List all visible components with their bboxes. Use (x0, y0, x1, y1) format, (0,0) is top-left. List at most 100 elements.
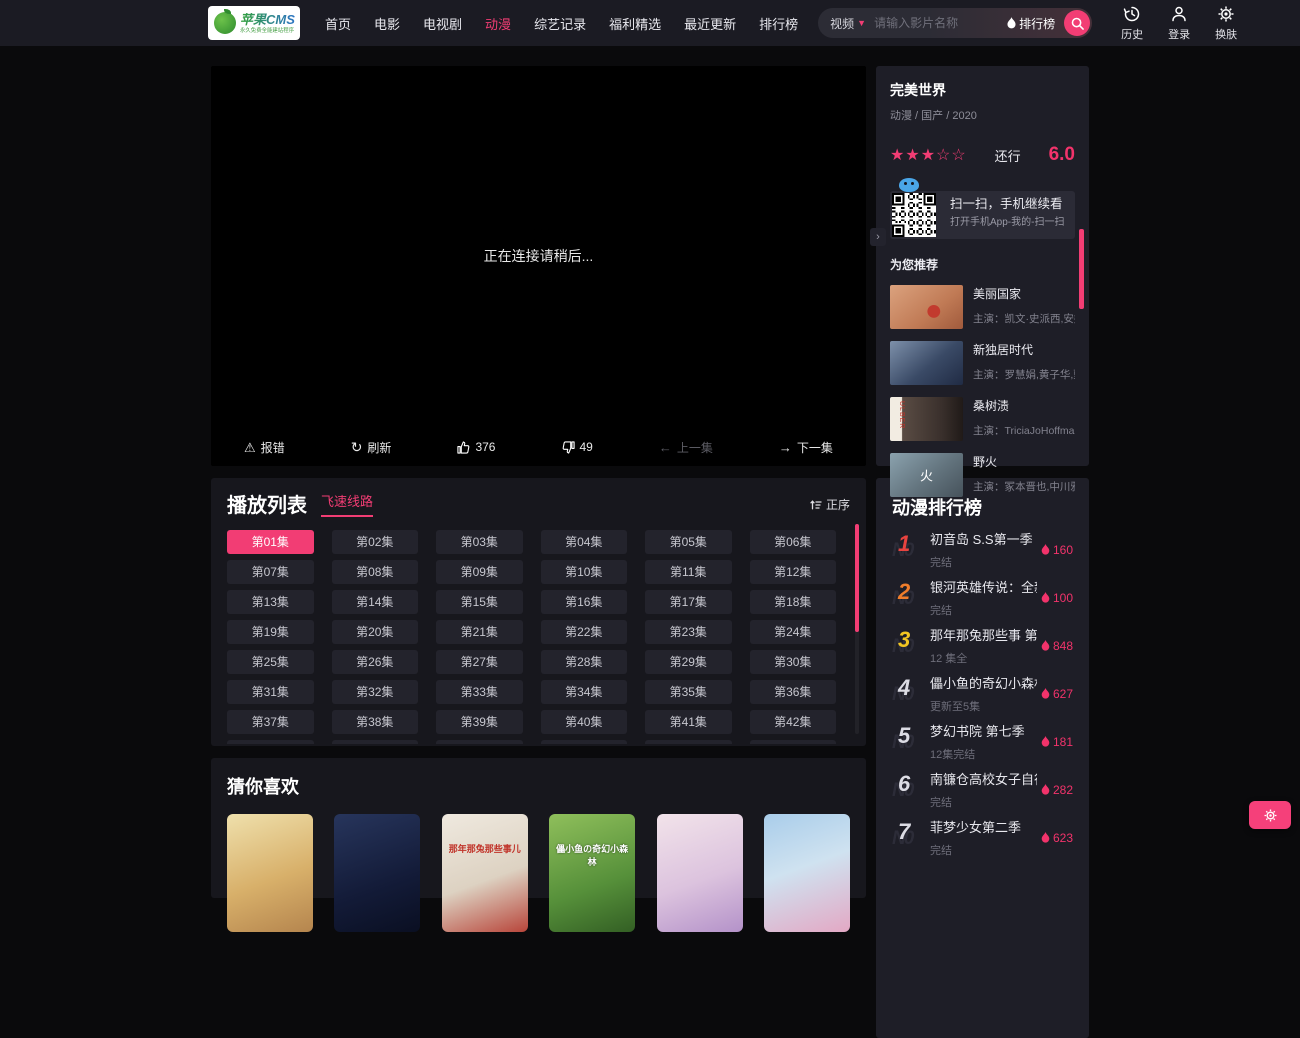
episode-button[interactable]: 第25集 (227, 650, 314, 674)
guess-poster[interactable] (764, 814, 850, 932)
guess-poster[interactable]: 儡小鱼の奇幻小森林 (549, 814, 635, 932)
episode-button[interactable]: 第20集 (332, 620, 419, 644)
episode-button[interactable]: 第29集 (645, 650, 732, 674)
playlist-scrollbar-thumb[interactable] (855, 524, 859, 632)
recommend-collapse-arrow[interactable]: › (870, 228, 886, 246)
guess-poster[interactable] (657, 814, 743, 932)
episode-button[interactable]: 第22集 (541, 620, 628, 644)
nav-item-5[interactable]: 福利精选 (609, 14, 661, 33)
episode-button[interactable]: 第37集 (227, 710, 314, 734)
mascot-icon (899, 178, 919, 192)
episode-button[interactable]: 第09集 (436, 560, 523, 584)
episode-button[interactable]: 第23集 (645, 620, 732, 644)
nav-item-6[interactable]: 最近更新 (684, 14, 736, 33)
episode-button[interactable]: 第12集 (750, 560, 837, 584)
episode-button[interactable]: 第21集 (436, 620, 523, 644)
star-rating[interactable]: ★★★☆☆ (890, 145, 967, 165)
episode-button[interactable]: 第27集 (436, 650, 523, 674)
episode-button[interactable]: 第46集 (541, 740, 628, 744)
skin-label: 换肤 (1215, 26, 1237, 42)
ranking-item[interactable]: N05梦幻书院 第七季12集完结181 (892, 723, 1073, 760)
episode-button[interactable]: 第05集 (645, 530, 732, 554)
recommend-item[interactable]: 火野火主演：冢本晋也,中川雅也,中... (890, 453, 1075, 497)
episode-button[interactable]: 第08集 (332, 560, 419, 584)
episode-button[interactable]: 第30集 (750, 650, 837, 674)
episode-button[interactable]: 第16集 (541, 590, 628, 614)
playlist-line-tab[interactable]: 飞速线路 (321, 491, 373, 517)
search-hot-ranking-link[interactable]: 排行榜 (1007, 15, 1055, 32)
episode-button[interactable]: 第28集 (541, 650, 628, 674)
episode-button[interactable]: 第36集 (750, 680, 837, 704)
login-button[interactable]: 登录 (1164, 5, 1194, 42)
guess-poster[interactable] (334, 814, 420, 932)
episode-button[interactable]: 第31集 (227, 680, 314, 704)
next-episode-button[interactable]: → 下一集 (779, 439, 833, 456)
thumbs-down-icon (562, 441, 575, 454)
ranking-item[interactable]: N02银河英雄传说：全新...完结100 (892, 579, 1073, 616)
guess-poster[interactable]: 那年那兔那些事儿 (442, 814, 528, 932)
like-button[interactable]: 376 (457, 440, 495, 454)
episode-button[interactable]: 第34集 (541, 680, 628, 704)
prev-episode-button[interactable]: ← 上一集 (659, 439, 713, 456)
skin-button[interactable]: 换肤 (1211, 5, 1241, 42)
episode-button[interactable]: 第10集 (541, 560, 628, 584)
recommend-item[interactable]: 美丽国家主演：凯文·史派西,安妮特... (890, 285, 1075, 329)
guess-poster[interactable] (227, 814, 313, 932)
episode-button[interactable]: 第38集 (332, 710, 419, 734)
site-logo[interactable]: 苹果CMS 永久免费全能建站程序 (208, 6, 300, 40)
nav-item-0[interactable]: 首页 (325, 14, 351, 33)
ranking-info: 那年那兔那些事 第二...12 集全 (930, 625, 1037, 666)
episode-button[interactable]: 第42集 (750, 710, 837, 734)
episode-button[interactable]: 第48集 (750, 740, 837, 744)
recommend-item[interactable]: 新独居时代主演：罗慧娟,黄子华,甄楚倩... (890, 341, 1075, 385)
report-error-button[interactable]: ⚠ 报错 (244, 439, 285, 456)
episode-button[interactable]: 第06集 (750, 530, 837, 554)
ranking-item[interactable]: N01初音岛 S.S第一季完结160 (892, 531, 1073, 568)
ranking-item[interactable]: N04儡小鱼的奇幻小森林更新至5集627 (892, 675, 1073, 712)
episode-button[interactable]: 第47集 (645, 740, 732, 744)
ranking-item[interactable]: N07菲梦少女第二季完结623 (892, 819, 1073, 856)
episode-button[interactable]: 第45集 (436, 740, 523, 744)
recommend-item[interactable]: ULBER桑树渍主演：TriciaJoHoffman,Ba... (890, 397, 1075, 441)
floating-settings-button[interactable] (1249, 801, 1291, 829)
episode-button[interactable]: 第02集 (332, 530, 419, 554)
nav-item-1[interactable]: 电影 (374, 14, 400, 33)
episode-button[interactable]: 第03集 (436, 530, 523, 554)
episode-button[interactable]: 第11集 (645, 560, 732, 584)
search-category-dropdown[interactable]: 视频 ▼ (830, 15, 866, 32)
recommend-scrollbar-thumb[interactable] (1079, 229, 1084, 309)
episode-button[interactable]: 第32集 (332, 680, 419, 704)
episode-button[interactable]: 第15集 (436, 590, 523, 614)
episode-button[interactable]: 第17集 (645, 590, 732, 614)
search-input[interactable] (866, 16, 1007, 30)
episode-button[interactable]: 第39集 (436, 710, 523, 734)
episode-button[interactable]: 第01集 (227, 530, 314, 554)
episode-button[interactable]: 第35集 (645, 680, 732, 704)
episode-button[interactable]: 第13集 (227, 590, 314, 614)
sort-order-button[interactable]: 正序 (810, 496, 850, 517)
episode-button[interactable]: 第33集 (436, 680, 523, 704)
search-button[interactable] (1064, 10, 1090, 36)
episode-button[interactable]: 第19集 (227, 620, 314, 644)
dislike-button[interactable]: 49 (562, 440, 593, 454)
episode-button[interactable]: 第26集 (332, 650, 419, 674)
episode-button[interactable]: 第40集 (541, 710, 628, 734)
refresh-button[interactable]: ↻ 刷新 (351, 439, 392, 456)
ranking-item[interactable]: N03那年那兔那些事 第二...12 集全848 (892, 627, 1073, 664)
nav-item-2[interactable]: 电视剧 (423, 14, 462, 33)
warning-icon: ⚠ (244, 441, 256, 454)
episode-button[interactable]: 第04集 (541, 530, 628, 554)
episode-button[interactable]: 第18集 (750, 590, 837, 614)
episode-button[interactable]: 第24集 (750, 620, 837, 644)
video-player[interactable]: 正在连接请稍后... ⚠ 报错 ↻ 刷新 376 49 (211, 66, 866, 466)
nav-item-3[interactable]: 动漫 (485, 14, 511, 33)
episode-button[interactable]: 第07集 (227, 560, 314, 584)
episode-button[interactable]: 第43集 (227, 740, 314, 744)
history-button[interactable]: 历史 (1117, 5, 1147, 42)
episode-button[interactable]: 第44集 (332, 740, 419, 744)
nav-item-4[interactable]: 综艺记录 (534, 14, 586, 33)
episode-button[interactable]: 第41集 (645, 710, 732, 734)
nav-item-7[interactable]: 排行榜 (759, 14, 798, 33)
episode-button[interactable]: 第14集 (332, 590, 419, 614)
ranking-item[interactable]: N06南镰仓高校女子自行...完结282 (892, 771, 1073, 808)
